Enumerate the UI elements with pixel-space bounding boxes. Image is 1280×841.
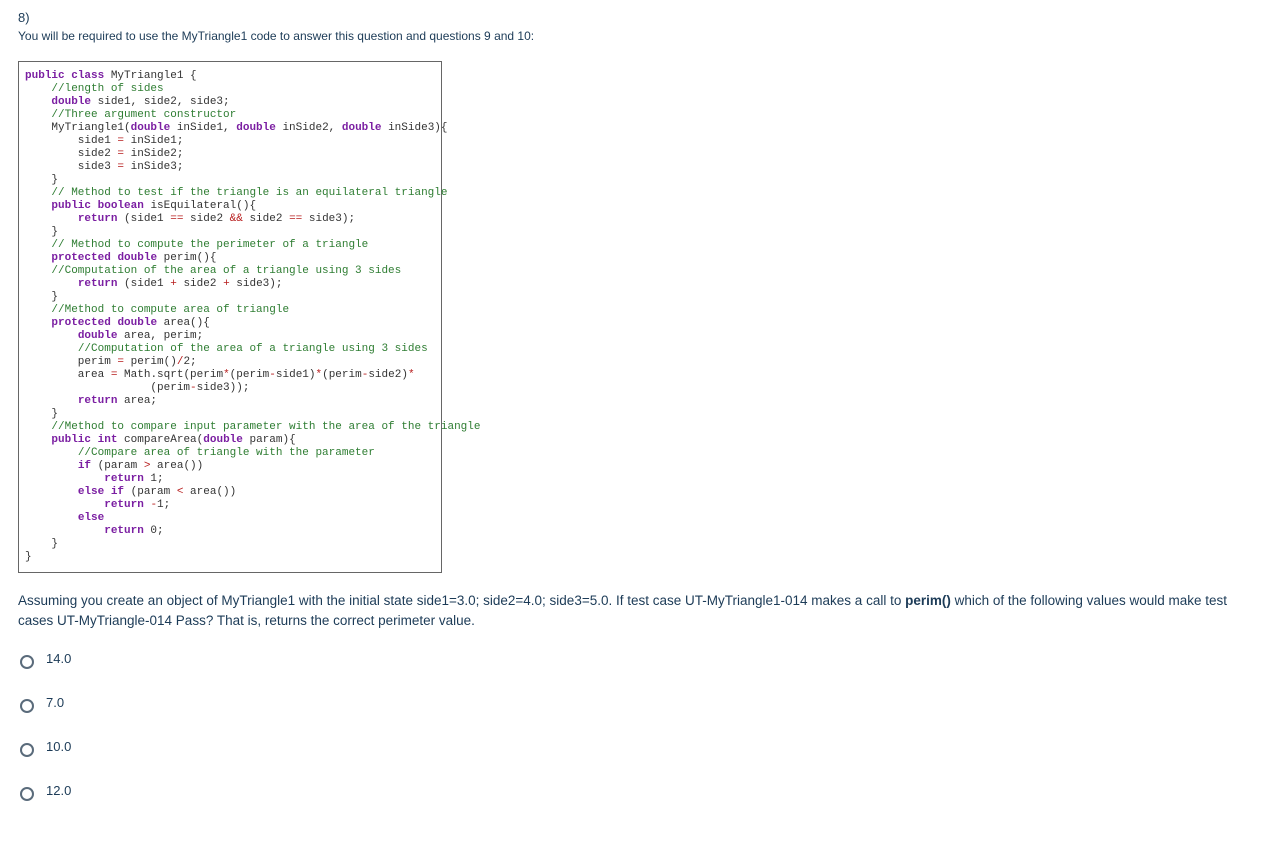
- option-2[interactable]: 10.0: [20, 741, 1262, 757]
- option-0[interactable]: 14.0: [20, 653, 1262, 669]
- radio-icon[interactable]: [20, 743, 34, 757]
- option-3[interactable]: 12.0: [20, 785, 1262, 801]
- code-block: public class MyTriangle1 { //length of s…: [18, 61, 442, 573]
- option-label: 7.0: [46, 695, 64, 710]
- option-label: 10.0: [46, 739, 71, 754]
- intro-text: You will be required to use the MyTriang…: [18, 29, 1262, 43]
- question-text: Assuming you create an object of MyTrian…: [18, 591, 1262, 631]
- option-label: 12.0: [46, 783, 71, 798]
- option-label: 14.0: [46, 651, 71, 666]
- question-number: 8): [18, 10, 1262, 25]
- radio-icon[interactable]: [20, 787, 34, 801]
- radio-icon[interactable]: [20, 699, 34, 713]
- options-group: 14.0 7.0 10.0 12.0: [18, 653, 1262, 801]
- option-1[interactable]: 7.0: [20, 697, 1262, 713]
- radio-icon[interactable]: [20, 655, 34, 669]
- question-text-pre: Assuming you create an object of MyTrian…: [18, 593, 905, 608]
- question-text-bold: perim(): [905, 593, 951, 608]
- question-page: 8) You will be required to use the MyTri…: [0, 0, 1280, 841]
